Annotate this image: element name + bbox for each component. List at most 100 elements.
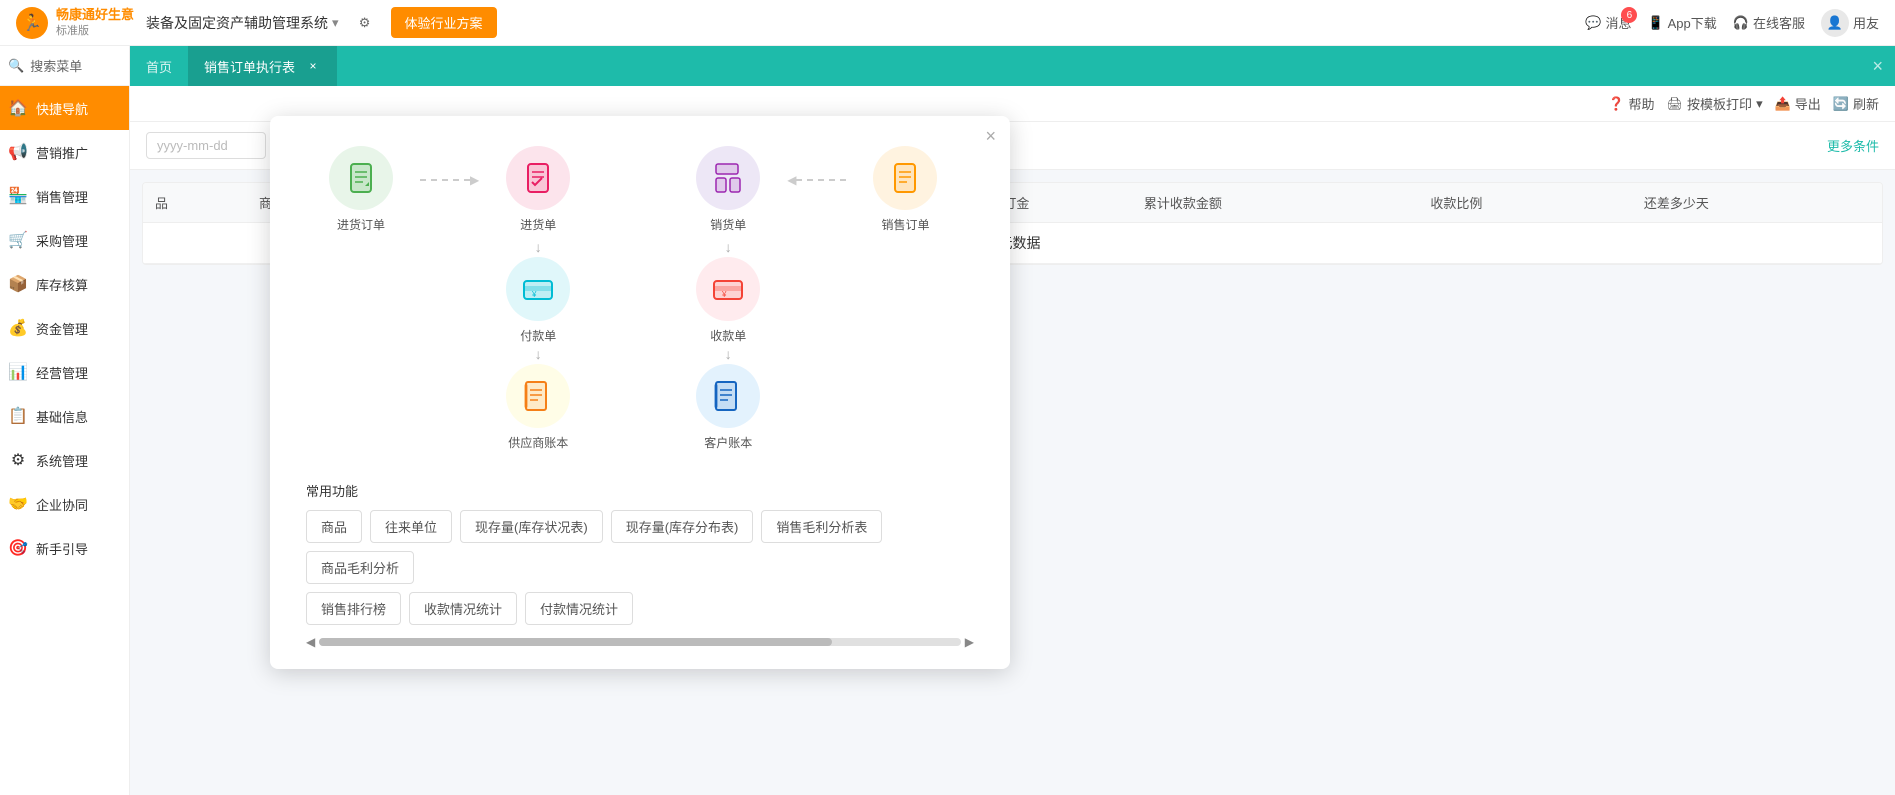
sidebar-item-basic-info[interactable]: 📋 基础信息: [0, 394, 129, 438]
app-download-btn[interactable]: 📱 App下载: [1647, 13, 1716, 32]
scroll-track[interactable]: [319, 638, 961, 646]
col-days-remaining: 还差多少天: [1632, 183, 1882, 223]
cooperation-icon: 🤝: [8, 494, 28, 514]
date-start-input[interactable]: [146, 132, 266, 159]
template-print-btn[interactable]: 🖨 按模板打印 ▾: [1667, 94, 1763, 113]
online-service-btn[interactable]: 🎧 在线客服: [1733, 13, 1805, 32]
purchase-order-icon: [329, 146, 393, 210]
svg-text:¥: ¥: [531, 290, 537, 299]
scroll-right-btn[interactable]: ▶: [965, 635, 974, 649]
func-btn-stock-dist[interactable]: 现存量(库存分布表): [611, 510, 754, 543]
popup-close-btn[interactable]: ×: [985, 126, 996, 147]
payment-icon: ¥: [506, 257, 570, 321]
phone-icon: 📱: [1647, 15, 1663, 31]
col-deposit: 订金: [991, 183, 1131, 223]
col-item: 品: [143, 183, 247, 223]
popup-scrollbar: ◀ ▶: [306, 635, 974, 649]
arrow-purchase-slip-down: ↓: [535, 237, 542, 257]
tab-close-icon[interactable]: ×: [305, 58, 321, 74]
sidebar-item-sales[interactable]: 🏪 销售管理: [0, 174, 129, 218]
func-buttons-row1: 商品 往来单位 现存量(库存状况表) 现存量(库存分布表) 销售毛利分析表 商品…: [306, 510, 974, 584]
arrow-purchase-order-to-slip: ▶: [420, 173, 479, 187]
search-icon: 🔍: [8, 58, 24, 74]
export-icon: 📤: [1775, 96, 1791, 112]
sidebar-item-finance[interactable]: 💰 资金管理: [0, 306, 129, 350]
content-area: ❓ 帮助 🖨 按模板打印 ▾ 📤 导出 🔄 刷新: [130, 86, 1895, 795]
more-conditions-btn[interactable]: 更多条件: [1827, 136, 1879, 155]
flow-node-payment: ¥ 付款单: [483, 257, 593, 344]
sale-slip-icon: [696, 146, 760, 210]
flow-node-sale-slip: 销货单: [673, 146, 783, 233]
func-btn-receipt-stat[interactable]: 收款情况统计: [409, 592, 517, 625]
tab-sales-order-exec[interactable]: 销售订单执行表 ×: [188, 46, 337, 86]
col-receipt-ratio: 收款比例: [1418, 183, 1632, 223]
print-icon: 🖨: [1667, 96, 1684, 112]
flow-node-purchase-order: 进货订单: [306, 146, 416, 233]
customer-ledger-icon: [696, 364, 760, 428]
flow-diagram: 进货订单 ▶: [306, 146, 974, 451]
func-btn-product-profit[interactable]: 商品毛利分析: [306, 551, 414, 584]
sidebar-item-business[interactable]: 📊 经营管理: [0, 350, 129, 394]
system-title-dropdown[interactable]: 装备及固定资产辅助管理系统 ▾: [146, 13, 339, 33]
func-btn-partner[interactable]: 往来单位: [370, 510, 452, 543]
func-btn-stock-status[interactable]: 现存量(库存状况表): [460, 510, 603, 543]
help-btn[interactable]: ❓ 帮助: [1608, 94, 1654, 113]
main-area: 首页 销售订单执行表 × × ❓ 帮助: [130, 46, 1895, 795]
top-bar: 🏃 畅康通好生意 标准版 装备及固定资产辅助管理系统 ▾ ⚙ 体验行业方案 💬 …: [0, 0, 1895, 46]
func-buttons-row2: 销售排行榜 收款情况统计 付款情况统计: [306, 592, 974, 625]
sidebar-item-marketing[interactable]: 📢 营销推广: [0, 130, 129, 174]
home-icon: 🏠: [8, 98, 28, 118]
system-icon: ⚙: [8, 450, 28, 470]
sidebar: 🔍 搜索菜单 🏠 快捷导航 📢 营销推广 🏪 销售管理 🛒 采购管理 📦: [0, 46, 130, 795]
basic-info-icon: 📋: [8, 406, 28, 426]
sidebar-item-guide[interactable]: 🎯 新手引导: [0, 526, 129, 570]
dropdown-icon: ▾: [332, 15, 339, 31]
scroll-left-btn[interactable]: ◀: [306, 635, 315, 649]
finance-icon: 💰: [8, 318, 28, 338]
business-icon: 📊: [8, 362, 28, 382]
sidebar-search[interactable]: 🔍 搜索菜单: [0, 46, 129, 86]
refresh-btn[interactable]: 🔄 刷新: [1833, 94, 1879, 113]
sidebar-item-inventory[interactable]: 📦 库存核算: [0, 262, 129, 306]
tab-bar-close-all[interactable]: ×: [1872, 56, 1883, 77]
common-functions: 常用功能 商品 往来单位 现存量(库存状况表) 现存量(库存分布表) 销售毛利分…: [306, 481, 974, 625]
sales-icon: 🏪: [8, 186, 28, 206]
supplier-ledger-icon: [506, 364, 570, 428]
inventory-icon: 📦: [8, 274, 28, 294]
settings-icon[interactable]: ⚙: [351, 9, 379, 37]
top-bar-left: 🏃 畅康通好生意 标准版 装备及固定资产辅助管理系统 ▾ ⚙ 体验行业方案: [16, 7, 497, 39]
avatar: 👤: [1821, 9, 1849, 37]
user-menu[interactable]: 👤 用友: [1821, 9, 1879, 37]
scroll-thumb: [319, 638, 832, 646]
popup-card: × 进货订单: [270, 116, 1010, 669]
flow-node-supplier-ledger: 供应商账本: [483, 364, 593, 451]
export-btn[interactable]: 📤 导出: [1775, 94, 1821, 113]
func-btn-payment-stat[interactable]: 付款情况统计: [525, 592, 633, 625]
receipt-icon: ¥: [696, 257, 760, 321]
func-btn-sales-rank[interactable]: 销售排行榜: [306, 592, 401, 625]
sidebar-item-cooperation[interactable]: 🤝 企业协同: [0, 482, 129, 526]
guide-icon: 🎯: [8, 538, 28, 558]
flow-node-customer-ledger: 客户账本: [673, 364, 783, 451]
purchase-slip-icon: [506, 146, 570, 210]
purchase-icon: 🛒: [8, 230, 28, 250]
experience-btn[interactable]: 体验行业方案: [391, 7, 497, 38]
message-badge: 6: [1621, 7, 1637, 23]
message-btn[interactable]: 💬 消息 6: [1585, 13, 1631, 32]
arrow-sale-order-to-slip: ◀: [787, 173, 846, 187]
func-btn-product[interactable]: 商品: [306, 510, 362, 543]
sidebar-item-system[interactable]: ⚙ 系统管理: [0, 438, 129, 482]
common-functions-title: 常用功能: [306, 481, 974, 500]
tab-home[interactable]: 首页: [130, 46, 188, 86]
headset-icon: 🎧: [1733, 15, 1749, 31]
logo-icon: 🏃: [16, 7, 48, 39]
help-icon: ❓: [1608, 96, 1624, 112]
sidebar-item-purchase[interactable]: 🛒 采购管理: [0, 218, 129, 262]
func-btn-sales-profit[interactable]: 销售毛利分析表: [761, 510, 882, 543]
system-title: 装备及固定资产辅助管理系统: [146, 13, 328, 33]
flow-node-receipt: ¥ 收款单: [673, 257, 783, 344]
arrow-sale-slip-down: ↓: [725, 237, 732, 257]
sidebar-item-quick-nav[interactable]: 🏠 快捷导航: [0, 86, 129, 130]
arrow-payment-down: ↓: [535, 344, 542, 364]
sale-order-icon: [873, 146, 937, 210]
